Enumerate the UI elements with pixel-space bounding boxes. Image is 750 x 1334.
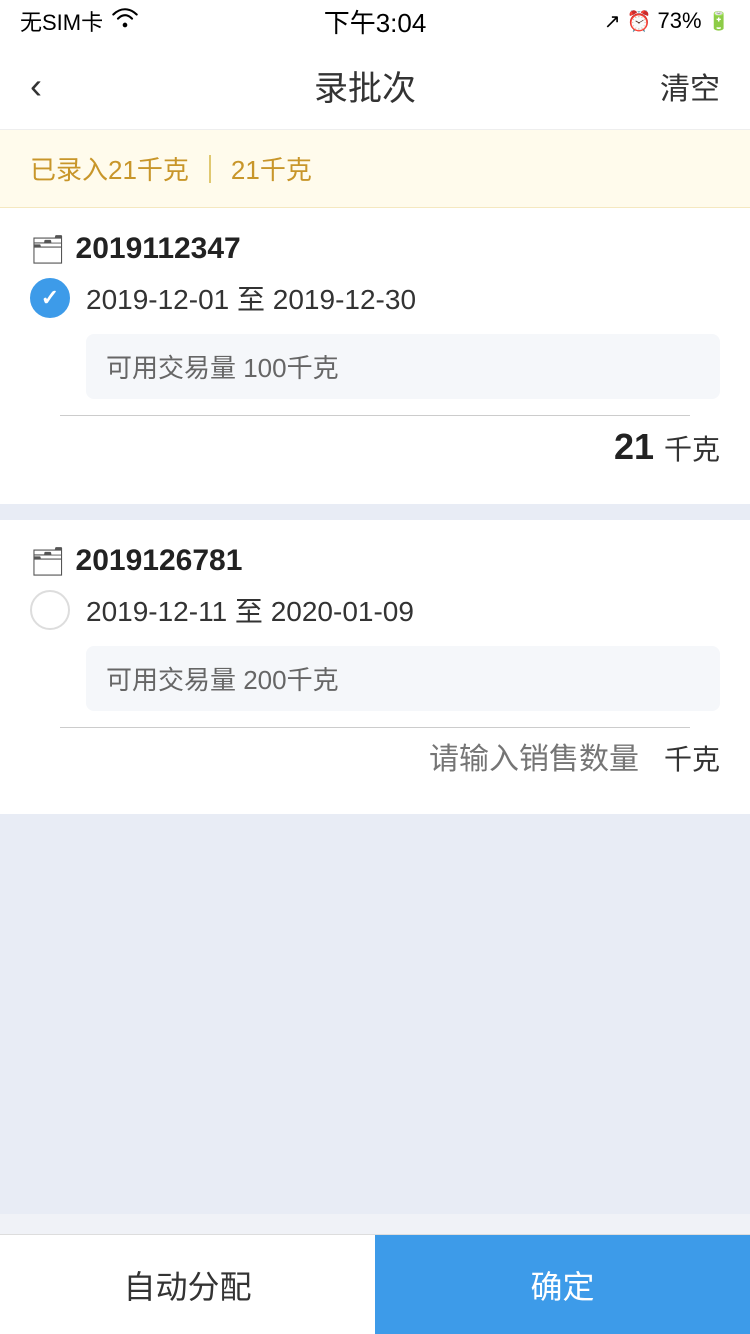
batch-1-header: 🗂 2019112347 xyxy=(30,232,720,266)
checkmark-icon: ✓ xyxy=(41,285,59,311)
battery-icon: 🔋 xyxy=(708,11,730,32)
confirm-label: 确定 xyxy=(530,1262,594,1308)
info-divider xyxy=(209,155,211,183)
batch-1-id: 2019112347 xyxy=(76,232,241,266)
batch-2-checkbox[interactable] xyxy=(30,590,70,630)
status-bar-time: 下午3:04 xyxy=(324,3,427,40)
batch-item-2: 🗂 2019126781 2019-12-11 至 2020-01-09 可用交… xyxy=(0,520,750,814)
status-bar-left: 无SIM卡 xyxy=(20,5,139,37)
batch-2-date-row: 2019-12-11 至 2020-01-09 xyxy=(30,590,720,630)
auto-distribute-label: 自动分配 xyxy=(123,1262,251,1308)
page-title: 录批次 xyxy=(314,61,416,110)
confirm-button[interactable]: 确定 xyxy=(375,1235,750,1334)
status-bar: 无SIM卡 下午3:04 ↗ ⏰ 73% 🔋 xyxy=(0,0,750,42)
status-bar-right: ↗ ⏰ 73% 🔋 xyxy=(604,8,730,34)
bottom-bar: 自动分配 确定 xyxy=(0,1234,750,1334)
batch-2-header: 🗂 2019126781 xyxy=(30,544,720,578)
batch-2-quantity-input[interactable] xyxy=(30,743,654,777)
battery-label: 73% xyxy=(658,8,702,34)
batch-2-id: 2019126781 xyxy=(76,544,243,578)
auto-distribute-button[interactable]: 自动分配 xyxy=(0,1235,375,1334)
batch-2-unit: 千克 xyxy=(664,738,720,778)
batch-1-doc-icon: 🗂 xyxy=(30,233,66,266)
nav-bar: ‹ 录批次 清空 xyxy=(0,42,750,130)
batch-1-date: 2019-12-01 至 2019-12-30 xyxy=(86,278,416,318)
recorded-label: 已录入21千克 xyxy=(30,150,189,187)
batch-1-availability: 可用交易量 100千克 xyxy=(86,334,720,399)
batch-2-input-row[interactable]: 千克 xyxy=(30,728,720,794)
info-banner: 已录入21千克 21千克 xyxy=(0,130,750,208)
batch-1-date-row: ✓ 2019-12-01 至 2019-12-30 xyxy=(30,278,720,318)
batch-1-checkbox[interactable]: ✓ xyxy=(30,278,70,318)
wifi-icon xyxy=(111,8,139,34)
recorded-value: 21千克 xyxy=(231,150,312,187)
batch-1-unit: 千克 xyxy=(664,428,720,468)
sim-label: 无SIM卡 xyxy=(20,5,103,37)
batch-1-amount: 21 xyxy=(614,426,654,468)
alarm-icon: ⏰ xyxy=(627,9,652,34)
back-button[interactable]: ‹ xyxy=(30,65,90,107)
section-divider xyxy=(0,504,750,520)
batch-item-1: 🗂 2019112347 ✓ 2019-12-01 至 2019-12-30 可… xyxy=(0,208,750,504)
batch-1-amount-row: 21 千克 xyxy=(30,416,720,484)
batch-2-doc-icon: 🗂 xyxy=(30,545,66,578)
location-icon: ↗ xyxy=(604,9,621,34)
clear-button[interactable]: 清空 xyxy=(640,64,720,108)
batch-2-date: 2019-12-11 至 2020-01-09 xyxy=(86,590,414,630)
bottom-spacer xyxy=(0,814,750,1214)
batch-2-availability: 可用交易量 200千克 xyxy=(86,646,720,711)
